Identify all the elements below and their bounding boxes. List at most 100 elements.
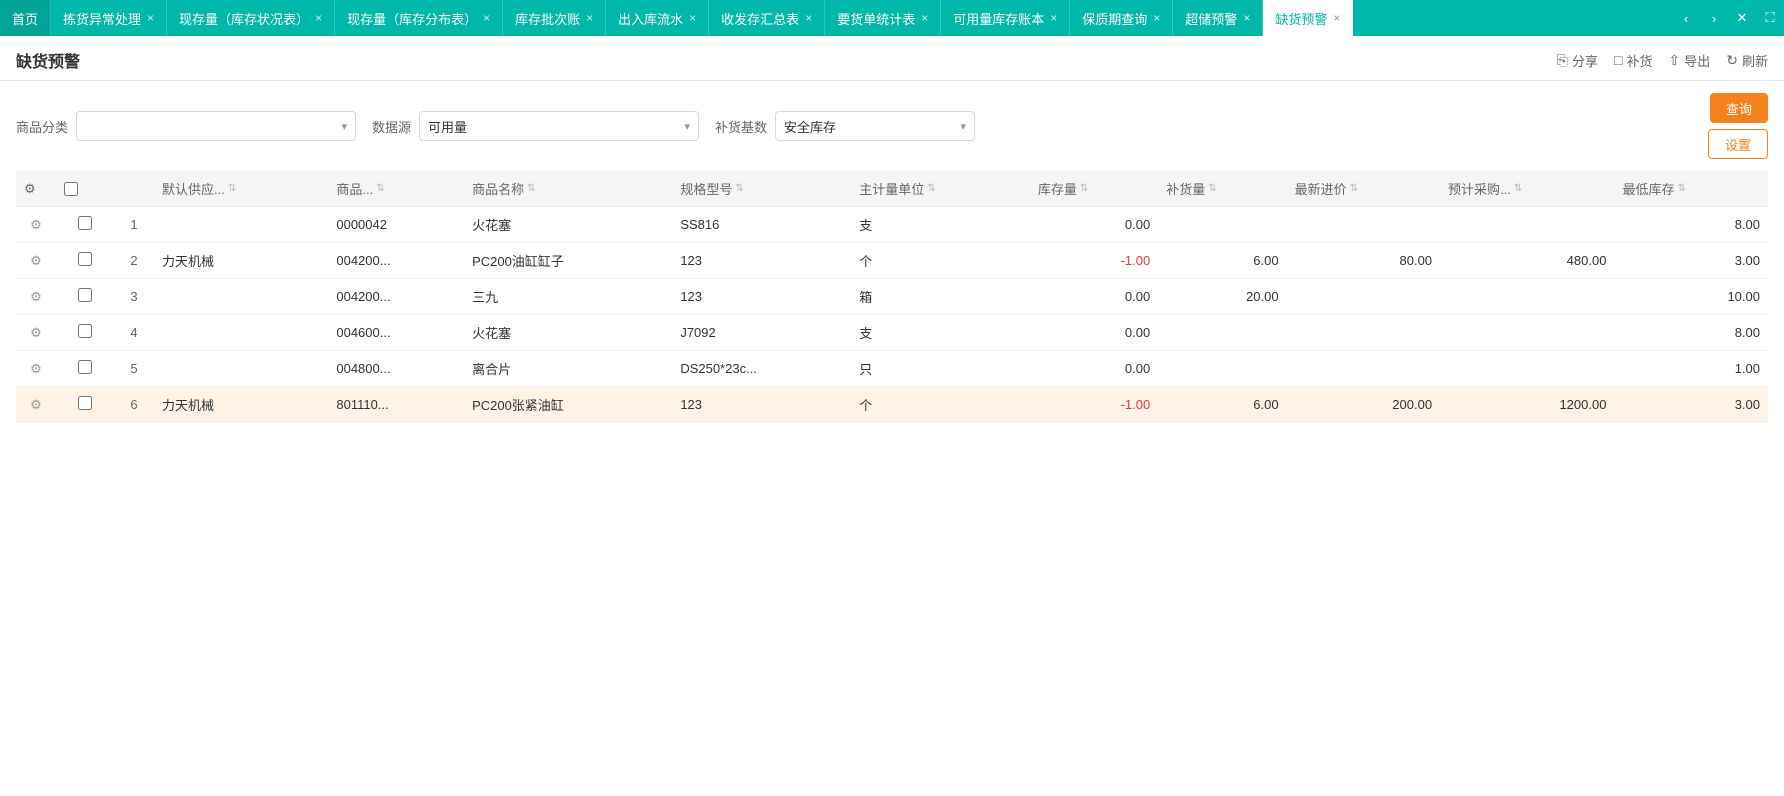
th-unit[interactable]: 主计量单位⇅ (851, 171, 1030, 207)
tab-fullscreen-btn[interactable]: ⛶ (1756, 0, 1784, 36)
cell-stock_qty-4: 0.00 (1030, 315, 1158, 351)
gear-icon: ⚙ (30, 289, 42, 304)
th-stock_qty[interactable]: 库存量⇅ (1030, 171, 1158, 207)
tab-expiry-query[interactable]: 保质期查询× (1070, 0, 1173, 36)
tab-next-btn[interactable]: › (1700, 0, 1728, 36)
th-label-min_stock: 最低库存 (1622, 179, 1674, 198)
cell-product_name-1: 火花塞 (464, 207, 672, 243)
tab-close-recv-sum[interactable]: × (805, 11, 812, 25)
cell-product_name-3: 三九 (464, 279, 672, 315)
tab-label-recv-sum: 收发存汇总表 (721, 9, 799, 28)
refresh-action[interactable]: ↻ 刷新 (1726, 51, 1768, 70)
tab-label-exception: 拣货异常处理 (63, 9, 141, 28)
tab-batch-account[interactable]: 库存批次账 × (503, 0, 606, 36)
tab-close-inventory-status[interactable]: × (315, 11, 322, 25)
th-gear: ⚙ (16, 171, 56, 207)
setting-button[interactable]: 设置 (1708, 129, 1768, 159)
share-action[interactable]: ⎘ 分享 (1557, 51, 1598, 70)
cell-gear-4[interactable]: ⚙ (16, 315, 56, 351)
row-checkbox-4[interactable] (78, 324, 92, 338)
cell-product_code-1: 0000042 (328, 207, 464, 243)
datasource-value: 可用量 (428, 117, 467, 136)
tab-order-stat[interactable]: 要货单统计表 × (825, 0, 941, 36)
cell-checkbox-6[interactable] (56, 387, 114, 423)
cell-gear-6[interactable]: ⚙ (16, 387, 56, 423)
filter-buttons: 查询 设置 (1708, 93, 1768, 159)
tab-inventory-dist[interactable]: 现存量（库存分布表）× (335, 0, 503, 36)
row-checkbox-5[interactable] (78, 360, 92, 374)
tab-close-batch-account[interactable]: × (586, 11, 593, 25)
tab-label-home: 首页 (12, 9, 38, 28)
th-default_supplier[interactable]: 默认供应...⇅ (154, 171, 328, 207)
cell-gear-2[interactable]: ⚙ (16, 243, 56, 279)
th-est_purchase[interactable]: 预计采购...⇅ (1440, 171, 1614, 207)
row-checkbox-1[interactable] (78, 216, 92, 230)
cell-checkbox-1[interactable] (56, 207, 114, 243)
cell-est_purchase-1 (1440, 207, 1614, 243)
export-label: 导出 (1684, 51, 1710, 70)
cell-checkbox-3[interactable] (56, 279, 114, 315)
table-row: ⚙3004200...三九123箱0.0020.0010.00 (16, 279, 1768, 315)
tab-close-all-btn[interactable]: ✕ (1728, 0, 1756, 36)
replenish-base-select[interactable]: 安全库存 ▾ (775, 111, 975, 141)
cell-replenish_qty-4 (1158, 315, 1286, 351)
tab-close-available-ledger[interactable]: × (1050, 11, 1057, 25)
cell-checkbox-2[interactable] (56, 243, 114, 279)
cell-rownum-1: 1 (114, 207, 154, 243)
tab-prev-btn[interactable]: ‹ (1672, 0, 1700, 36)
cell-checkbox-4[interactable] (56, 315, 114, 351)
tab-label-batch-account: 库存批次账 (515, 9, 580, 28)
row-checkbox-2[interactable] (78, 252, 92, 266)
tab-close-exception[interactable]: × (147, 11, 154, 25)
tab-close-shortage[interactable]: × (1333, 11, 1340, 25)
tab-recv-sum[interactable]: 收发存汇总表 × (709, 0, 825, 36)
cell-default_supplier-5 (154, 351, 328, 387)
tab-label-order-stat: 要货单统计表 (837, 9, 915, 28)
th-label-default_supplier: 默认供应... (162, 179, 225, 198)
cell-gear-3[interactable]: ⚙ (16, 279, 56, 315)
tab-inout-flow[interactable]: 出入库流水× (606, 0, 709, 36)
tab-close-order-stat[interactable]: × (921, 11, 928, 25)
cell-checkbox-5[interactable] (56, 351, 114, 387)
export-action[interactable]: ⇧ 导出 (1669, 51, 1711, 70)
cell-unit-2: 个 (851, 243, 1030, 279)
cell-rownum-4: 4 (114, 315, 154, 351)
tab-close-inventory-dist[interactable]: × (483, 11, 490, 25)
sort-icon-product_name: ⇅ (527, 183, 535, 194)
query-button[interactable]: 查询 (1710, 93, 1768, 123)
select-all-checkbox[interactable] (64, 182, 78, 196)
cell-stock_qty-3: 0.00 (1030, 279, 1158, 315)
tab-exception[interactable]: 拣货异常处理 × (51, 0, 167, 36)
cell-gear-1[interactable]: ⚙ (16, 207, 56, 243)
tab-home[interactable]: 首页 (0, 0, 51, 36)
share-label: 分享 (1572, 51, 1598, 70)
export-icon: ⇧ (1669, 52, 1681, 69)
th-product_code[interactable]: 商品...⇅ (328, 171, 464, 207)
tab-available-ledger[interactable]: 可用量库存账本× (941, 0, 1070, 36)
th-latest_price[interactable]: 最新进价⇅ (1287, 171, 1440, 207)
cell-spec-4: J7092 (672, 315, 851, 351)
th-min_stock[interactable]: 最低库存⇅ (1614, 171, 1768, 207)
tab-close-expiry-query[interactable]: × (1153, 11, 1160, 25)
cell-spec-5: DS250*23c... (672, 351, 851, 387)
tab-shortage[interactable]: 缺货预警× (1263, 0, 1353, 36)
tab-close-overstock[interactable]: × (1243, 11, 1250, 25)
tab-inventory-status[interactable]: 现存量（库存状况表）× (167, 0, 335, 36)
row-checkbox-6[interactable] (78, 396, 92, 410)
cell-latest_price-5 (1287, 351, 1440, 387)
category-select[interactable]: ▾ (76, 111, 356, 141)
th-product_name[interactable]: 商品名称⇅ (464, 171, 672, 207)
row-checkbox-3[interactable] (78, 288, 92, 302)
cell-replenish_qty-6: 6.00 (1158, 387, 1286, 423)
page-header: 缺货预警 ⎘ 分享 □ 补货 ⇧ 导出 ↻ 刷新 (0, 36, 1784, 81)
th-spec[interactable]: 规格型号⇅ (672, 171, 851, 207)
th-label-unit: 主计量单位 (859, 179, 924, 198)
cell-gear-5[interactable]: ⚙ (16, 351, 56, 387)
th-replenish_qty[interactable]: 补货量⇅ (1158, 171, 1286, 207)
datasource-select[interactable]: 可用量 ▾ (419, 111, 699, 141)
tab-close-inout-flow[interactable]: × (689, 11, 696, 25)
cell-product_name-4: 火花塞 (464, 315, 672, 351)
replenish-action[interactable]: □ 补货 (1614, 51, 1652, 70)
cell-product_code-6: 801110... (328, 387, 464, 423)
tab-overstock[interactable]: 超储预警× (1173, 0, 1263, 36)
